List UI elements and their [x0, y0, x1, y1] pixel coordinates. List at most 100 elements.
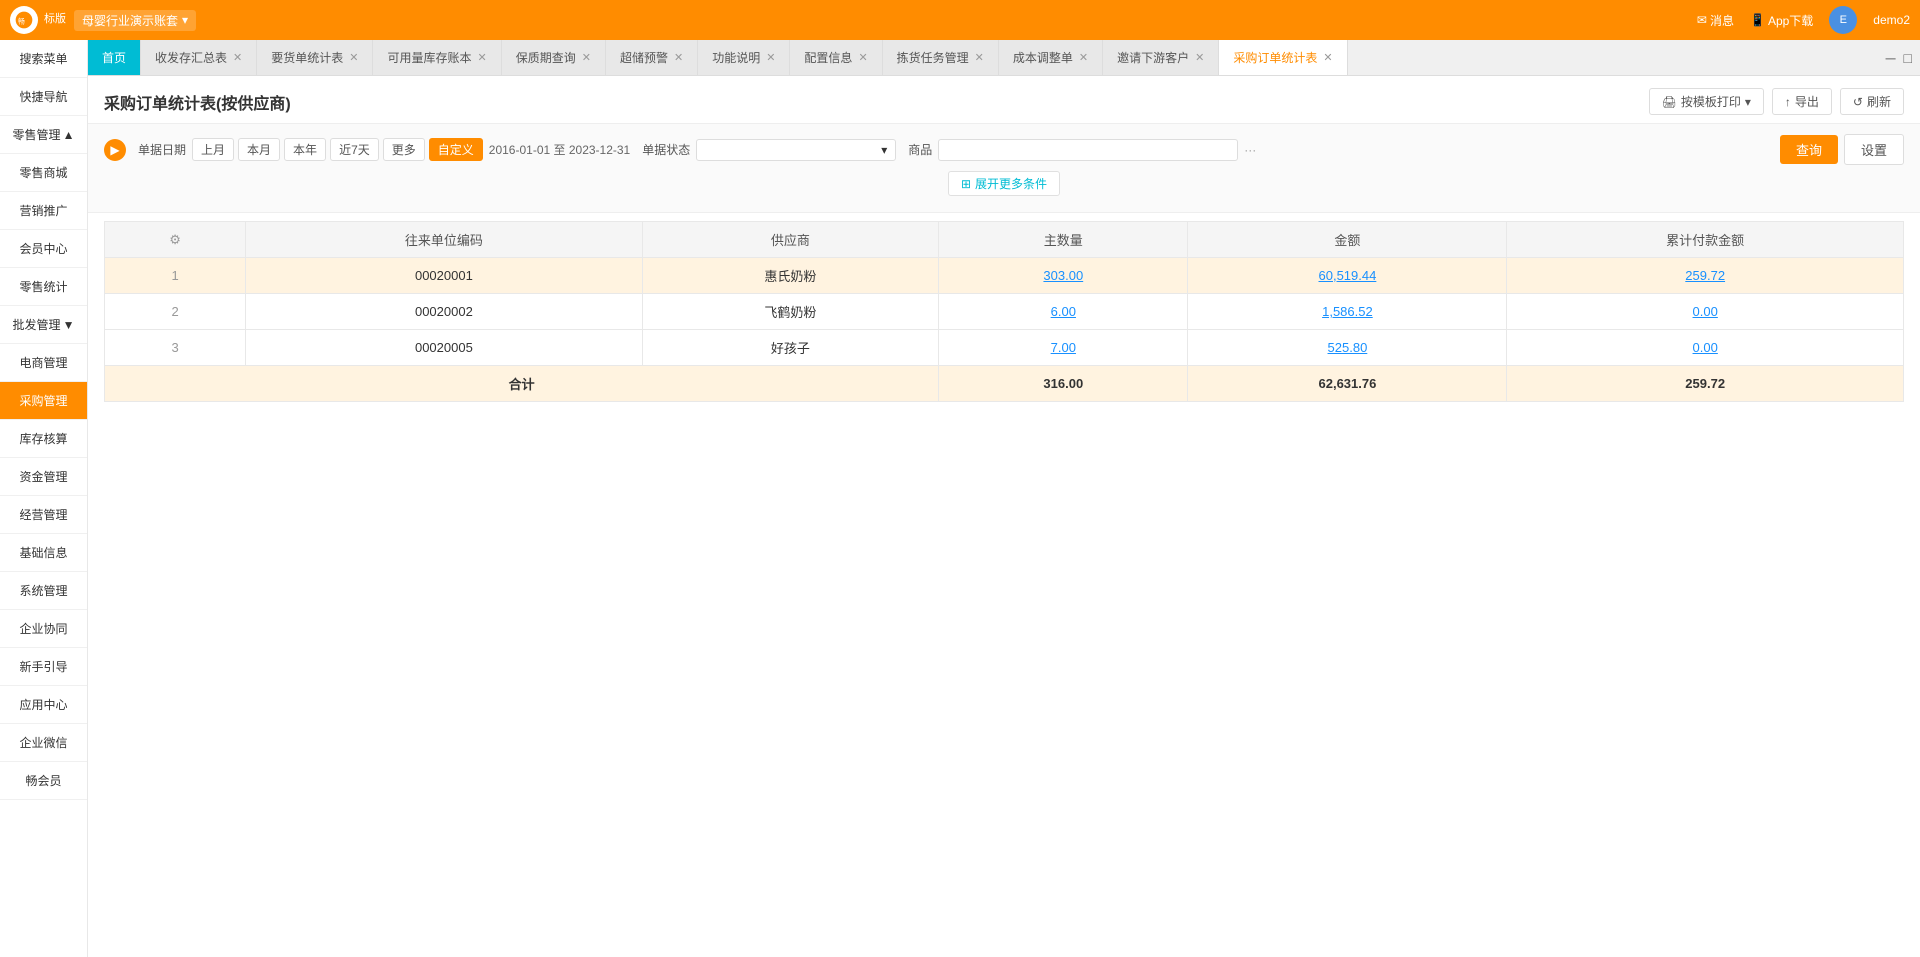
sidebar-item-vip[interactable]: 畅会员	[0, 762, 87, 800]
expand-more-button[interactable]: ⊞ 展开更多条件	[948, 171, 1060, 196]
query-button[interactable]: 查询	[1780, 135, 1838, 164]
filter-toggle-arrow[interactable]: ▶	[104, 139, 126, 161]
purchase-label: 采购管理	[19, 392, 67, 409]
tab-minimize-button[interactable]: ─	[1886, 50, 1896, 66]
wholesale-label: 批发管理	[13, 316, 61, 333]
user-name[interactable]: demo2	[1873, 13, 1910, 27]
tab-pick-task-close[interactable]: ✕	[975, 51, 984, 64]
row-amount[interactable]: 1,586.52	[1188, 294, 1507, 330]
tab-overstock[interactable]: 超储预警 ✕	[606, 40, 698, 76]
sidebar-item-basic-info[interactable]: 基础信息	[0, 534, 87, 572]
tab-invite-downstream-close[interactable]: ✕	[1195, 51, 1204, 64]
refresh-button[interactable]: ↺ 刷新	[1840, 88, 1904, 115]
sidebar-item-quicknav[interactable]: 快捷导航	[0, 78, 87, 116]
row-paid[interactable]: 0.00	[1507, 330, 1904, 366]
goods-filter-label: 商品	[908, 141, 932, 158]
row-paid[interactable]: 259.72	[1507, 258, 1904, 294]
sidebar-item-marketing[interactable]: 营销推广	[0, 192, 87, 230]
tab-overstock-close[interactable]: ✕	[674, 51, 683, 64]
avatar[interactable]: E	[1829, 6, 1857, 34]
sidebar-item-system[interactable]: 系统管理	[0, 572, 87, 610]
tab-inventory-book[interactable]: 可用量库存账本 ✕	[373, 40, 501, 76]
sidebar-item-purchase[interactable]: 采购管理	[0, 382, 87, 420]
vip-label: 畅会员	[25, 772, 61, 789]
filter-right-actions: 查询 设置	[1780, 134, 1904, 165]
shortcut-this-year[interactable]: 本年	[284, 138, 326, 161]
header-actions: 🖨 按模板打印 ▾ ↑ 导出 ↺ 刷新	[1649, 88, 1904, 115]
row-amount[interactable]: 525.80	[1188, 330, 1507, 366]
tab-expiry[interactable]: 保质期查询 ✕	[502, 40, 606, 76]
footer-label: 合计	[105, 366, 939, 402]
sidebar-item-member[interactable]: 会员中心	[0, 230, 87, 268]
tab-purchase-order-stats-close[interactable]: ✕	[1323, 51, 1332, 64]
tab-funchelp[interactable]: 功能说明 ✕	[698, 40, 790, 76]
row-paid[interactable]: 0.00	[1507, 294, 1904, 330]
tab-receipt-summary-close[interactable]: ✕	[233, 51, 242, 64]
sidebar-item-retail-mall[interactable]: 零售商城	[0, 154, 87, 192]
table-footer-row: 合计 316.00 62,631.76 259.72	[105, 366, 1904, 402]
shortcut-custom[interactable]: 自定义	[429, 138, 483, 161]
sidebar-item-ecommerce[interactable]: 电商管理	[0, 344, 87, 382]
row-index: 1	[105, 258, 246, 294]
shortcut-7days[interactable]: 近7天	[330, 138, 379, 161]
settings-button[interactable]: 设置	[1844, 134, 1904, 165]
tab-order-stats[interactable]: 要货单统计表 ✕	[257, 40, 373, 76]
sidebar-item-appcenter[interactable]: 应用中心	[0, 686, 87, 724]
data-table: ⚙ 往来单位编码 供应商 主数量	[104, 221, 1904, 402]
row-amount[interactable]: 60,519.44	[1188, 258, 1507, 294]
tab-funchelp-close[interactable]: ✕	[766, 51, 775, 64]
app-download-button[interactable]: 📱 App下载	[1750, 12, 1813, 29]
tab-funchelp-label: 功能说明	[712, 49, 760, 66]
workspace-selector[interactable]: 母婴行业演示账套 ▾	[74, 10, 196, 31]
status-select[interactable]: ▾	[696, 139, 896, 161]
refresh-label: 刷新	[1867, 93, 1891, 110]
print-button[interactable]: 🖨 按模板打印 ▾	[1649, 88, 1764, 115]
sidebar-item-enterprise[interactable]: 企业协同	[0, 610, 87, 648]
sidebar-item-finance[interactable]: 资金管理	[0, 458, 87, 496]
tab-home[interactable]: 首页	[88, 40, 141, 76]
tab-cost-adjust[interactable]: 成本调整单 ✕	[999, 40, 1103, 76]
message-button[interactable]: ✉ 消息	[1697, 12, 1734, 29]
tab-config[interactable]: 配置信息 ✕	[790, 40, 882, 76]
sidebar-item-retail-stats[interactable]: 零售统计	[0, 268, 87, 306]
retail-mgmt-arrow: ▲	[63, 128, 75, 142]
print-label: 按模板打印	[1681, 93, 1741, 110]
shortcut-more[interactable]: 更多	[383, 138, 425, 161]
sidebar-item-operations[interactable]: 经营管理	[0, 496, 87, 534]
tab-order-stats-close[interactable]: ✕	[349, 51, 358, 64]
tab-invite-downstream[interactable]: 邀请下游客户 ✕	[1103, 40, 1219, 76]
sidebar-item-newguide[interactable]: 新手引导	[0, 648, 87, 686]
logo-area[interactable]: 畅 标版	[10, 6, 66, 34]
row-qty[interactable]: 303.00	[939, 258, 1188, 294]
sidebar-item-retail-mgmt[interactable]: 零售管理 ▲	[0, 116, 87, 154]
tab-maximize-button[interactable]: □	[1904, 50, 1912, 66]
col-settings-icon[interactable]: ⚙	[169, 232, 181, 247]
member-label: 会员中心	[19, 240, 67, 257]
tab-receipt-summary[interactable]: 收发存汇总表 ✕	[141, 40, 257, 76]
col-unit-code: 往来单位编码	[246, 222, 643, 258]
tab-overstock-label: 超储预警	[620, 49, 668, 66]
goods-input[interactable]	[938, 139, 1238, 161]
shortcut-this-month[interactable]: 本月	[238, 138, 280, 161]
sidebar-item-wholesale[interactable]: 批发管理 ▼	[0, 306, 87, 344]
tab-purchase-order-stats-label: 采购订单统计表	[1233, 49, 1317, 66]
tab-purchase-order-stats[interactable]: 采购订单统计表 ✕	[1219, 40, 1347, 76]
row-qty[interactable]: 7.00	[939, 330, 1188, 366]
export-button[interactable]: ↑ 导出	[1772, 88, 1832, 115]
goods-more-icon[interactable]: ···	[1244, 143, 1256, 157]
shortcut-prev-month[interactable]: 上月	[192, 138, 234, 161]
row-qty[interactable]: 6.00	[939, 294, 1188, 330]
sidebar-item-search[interactable]: 搜索菜单	[0, 40, 87, 78]
tab-expiry-close[interactable]: ✕	[582, 51, 591, 64]
workspace-label: 母婴行业演示账套	[82, 12, 178, 29]
tab-pick-task-label: 拣货任务管理	[897, 49, 969, 66]
sidebar-item-inventory[interactable]: 库存核算	[0, 420, 87, 458]
col-amount: 金额	[1188, 222, 1507, 258]
tab-cost-adjust-close[interactable]: ✕	[1079, 51, 1088, 64]
tab-pick-task[interactable]: 拣货任务管理 ✕	[883, 40, 999, 76]
tab-inventory-book-close[interactable]: ✕	[478, 51, 487, 64]
avatar-initials: E	[1840, 14, 1847, 26]
sidebar-item-weixin[interactable]: 企业微信	[0, 724, 87, 762]
status-select-arrow: ▾	[881, 143, 887, 157]
tab-config-close[interactable]: ✕	[858, 51, 867, 64]
